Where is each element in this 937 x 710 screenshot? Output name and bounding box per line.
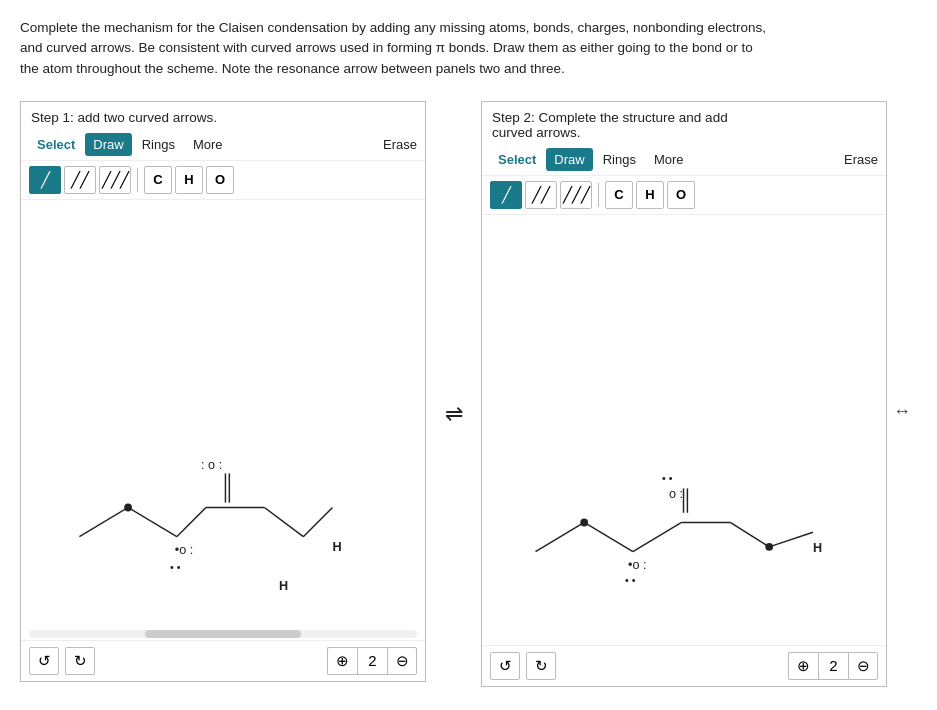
right-expand-arrow: ↔ bbox=[887, 401, 917, 422]
svg-line-1 bbox=[128, 507, 177, 536]
panel-2-title: Step 2: Complete the structure and add c… bbox=[482, 102, 886, 144]
panel-2: Step 2: Complete the structure and add c… bbox=[481, 101, 887, 687]
svg-text:• •: • • bbox=[662, 471, 673, 483]
svg-text:H: H bbox=[279, 579, 288, 593]
panel-2-carbon-button[interactable]: C bbox=[605, 181, 633, 209]
panel-2-zoom-reset-button[interactable]: 2 bbox=[818, 652, 848, 680]
panel-1-drawing-area[interactable]: : o : •o : • • H H bbox=[21, 200, 425, 630]
svg-line-27 bbox=[633, 522, 682, 551]
panel-2-double-bond-button[interactable]: ╱╱ bbox=[525, 181, 557, 209]
svg-line-33 bbox=[769, 532, 813, 547]
resonance-arrow: ⇌ bbox=[426, 401, 481, 427]
panel-1-undo-button[interactable]: ↺ bbox=[29, 647, 59, 675]
panel-2-erase-button[interactable]: Erase bbox=[844, 152, 878, 167]
panel-1-carbon-button[interactable]: C bbox=[144, 166, 172, 194]
panel-1-zoom-group: ⊕ 2 ⊖ bbox=[327, 647, 417, 675]
panel-2-oxygen-button[interactable]: O bbox=[667, 181, 695, 209]
panel-1-erase-button[interactable]: Erase bbox=[383, 137, 417, 152]
panel-1-scrollbar-thumb bbox=[145, 630, 300, 638]
svg-text:• •: • • bbox=[170, 561, 181, 573]
panel-1-separator bbox=[137, 168, 138, 192]
svg-text:•o :: •o : bbox=[175, 543, 193, 557]
panel-2-bond-tools: ╱ ╱╱ ╱╱╱ C H O bbox=[482, 176, 886, 215]
panel-1-hydrogen-button[interactable]: H bbox=[175, 166, 203, 194]
svg-point-22 bbox=[580, 518, 588, 526]
svg-text:H: H bbox=[333, 540, 342, 554]
panel-2-draw-button[interactable]: Draw bbox=[546, 148, 592, 171]
svg-line-3 bbox=[177, 507, 206, 536]
panel-2-select-button[interactable]: Select bbox=[490, 148, 544, 171]
panel-1-zoom-in-button[interactable]: ⊕ bbox=[327, 647, 357, 675]
panel-1-footer: ↺ ↻ ⊕ 2 ⊖ bbox=[21, 640, 425, 681]
panels-container: Step 1: add two curved arrows. Select Dr… bbox=[20, 101, 917, 687]
panel-2-hydrogen-button[interactable]: H bbox=[636, 181, 664, 209]
panel-2-undo-button[interactable]: ↺ bbox=[490, 652, 520, 680]
panel-1-title: Step 1: add two curved arrows. bbox=[21, 102, 425, 129]
svg-line-21 bbox=[584, 522, 633, 551]
panel-1-draw-button[interactable]: Draw bbox=[85, 133, 131, 156]
panel-2-redo-button[interactable]: ↻ bbox=[526, 652, 556, 680]
svg-line-31 bbox=[730, 522, 769, 546]
svg-line-20 bbox=[536, 522, 585, 551]
panel-2-toolbar: Select Draw Rings More Erase bbox=[482, 144, 886, 176]
panel-1-toolbar: Select Draw Rings More Erase bbox=[21, 129, 425, 161]
panel-1-select-button[interactable]: Select bbox=[29, 133, 83, 156]
svg-line-10 bbox=[264, 507, 303, 536]
panel-2-zoom-out-button[interactable]: ⊖ bbox=[848, 652, 878, 680]
svg-text:• •: • • bbox=[625, 574, 636, 586]
panel-2-separator bbox=[598, 183, 599, 207]
panel-1-triple-bond-button[interactable]: ╱╱╱ bbox=[99, 166, 131, 194]
panel-1-single-bond-button[interactable]: ╱ bbox=[29, 166, 61, 194]
svg-text:•o :: •o : bbox=[628, 558, 646, 572]
svg-text:o :: o : bbox=[669, 487, 683, 501]
panel-2-single-bond-button[interactable]: ╱ bbox=[490, 181, 522, 209]
instructions: Complete the mechanism for the Claisen c… bbox=[20, 18, 917, 79]
panel-2-zoom-group: ⊕ 2 ⊖ bbox=[788, 652, 878, 680]
panel-1-oxygen-button[interactable]: O bbox=[206, 166, 234, 194]
panel-2-drawing-area[interactable]: • • o : •o : • • bbox=[482, 215, 886, 645]
svg-text:: o :: : o : bbox=[201, 457, 222, 471]
svg-line-11 bbox=[303, 507, 332, 536]
svg-point-2 bbox=[124, 503, 132, 511]
panel-2-footer: ↺ ↻ ⊕ 2 ⊖ bbox=[482, 645, 886, 686]
panel-1-zoom-out-button[interactable]: ⊖ bbox=[387, 647, 417, 675]
panel-1-rings-button[interactable]: Rings bbox=[134, 133, 183, 156]
panel-1-redo-button[interactable]: ↻ bbox=[65, 647, 95, 675]
panel-2-zoom-in-button[interactable]: ⊕ bbox=[788, 652, 818, 680]
panel-2-more-button[interactable]: More bbox=[646, 148, 692, 171]
panel-1: Step 1: add two curved arrows. Select Dr… bbox=[20, 101, 426, 682]
panel-1-scrollbar[interactable] bbox=[29, 630, 417, 638]
panel-1-more-button[interactable]: More bbox=[185, 133, 231, 156]
panel-2-structure-svg: • • o : •o : • • bbox=[482, 215, 886, 645]
panel-1-zoom-reset-button[interactable]: 2 bbox=[357, 647, 387, 675]
panel-1-structure-svg: : o : •o : • • H H bbox=[21, 200, 425, 630]
svg-text:H: H bbox=[813, 540, 822, 554]
svg-line-0 bbox=[79, 507, 128, 536]
panel-2-triple-bond-button[interactable]: ╱╱╱ bbox=[560, 181, 592, 209]
panel-1-double-bond-button[interactable]: ╱╱ bbox=[64, 166, 96, 194]
panel-1-bond-tools: ╱ ╱╱ ╱╱╱ C H O bbox=[21, 161, 425, 200]
panel-2-rings-button[interactable]: Rings bbox=[595, 148, 644, 171]
